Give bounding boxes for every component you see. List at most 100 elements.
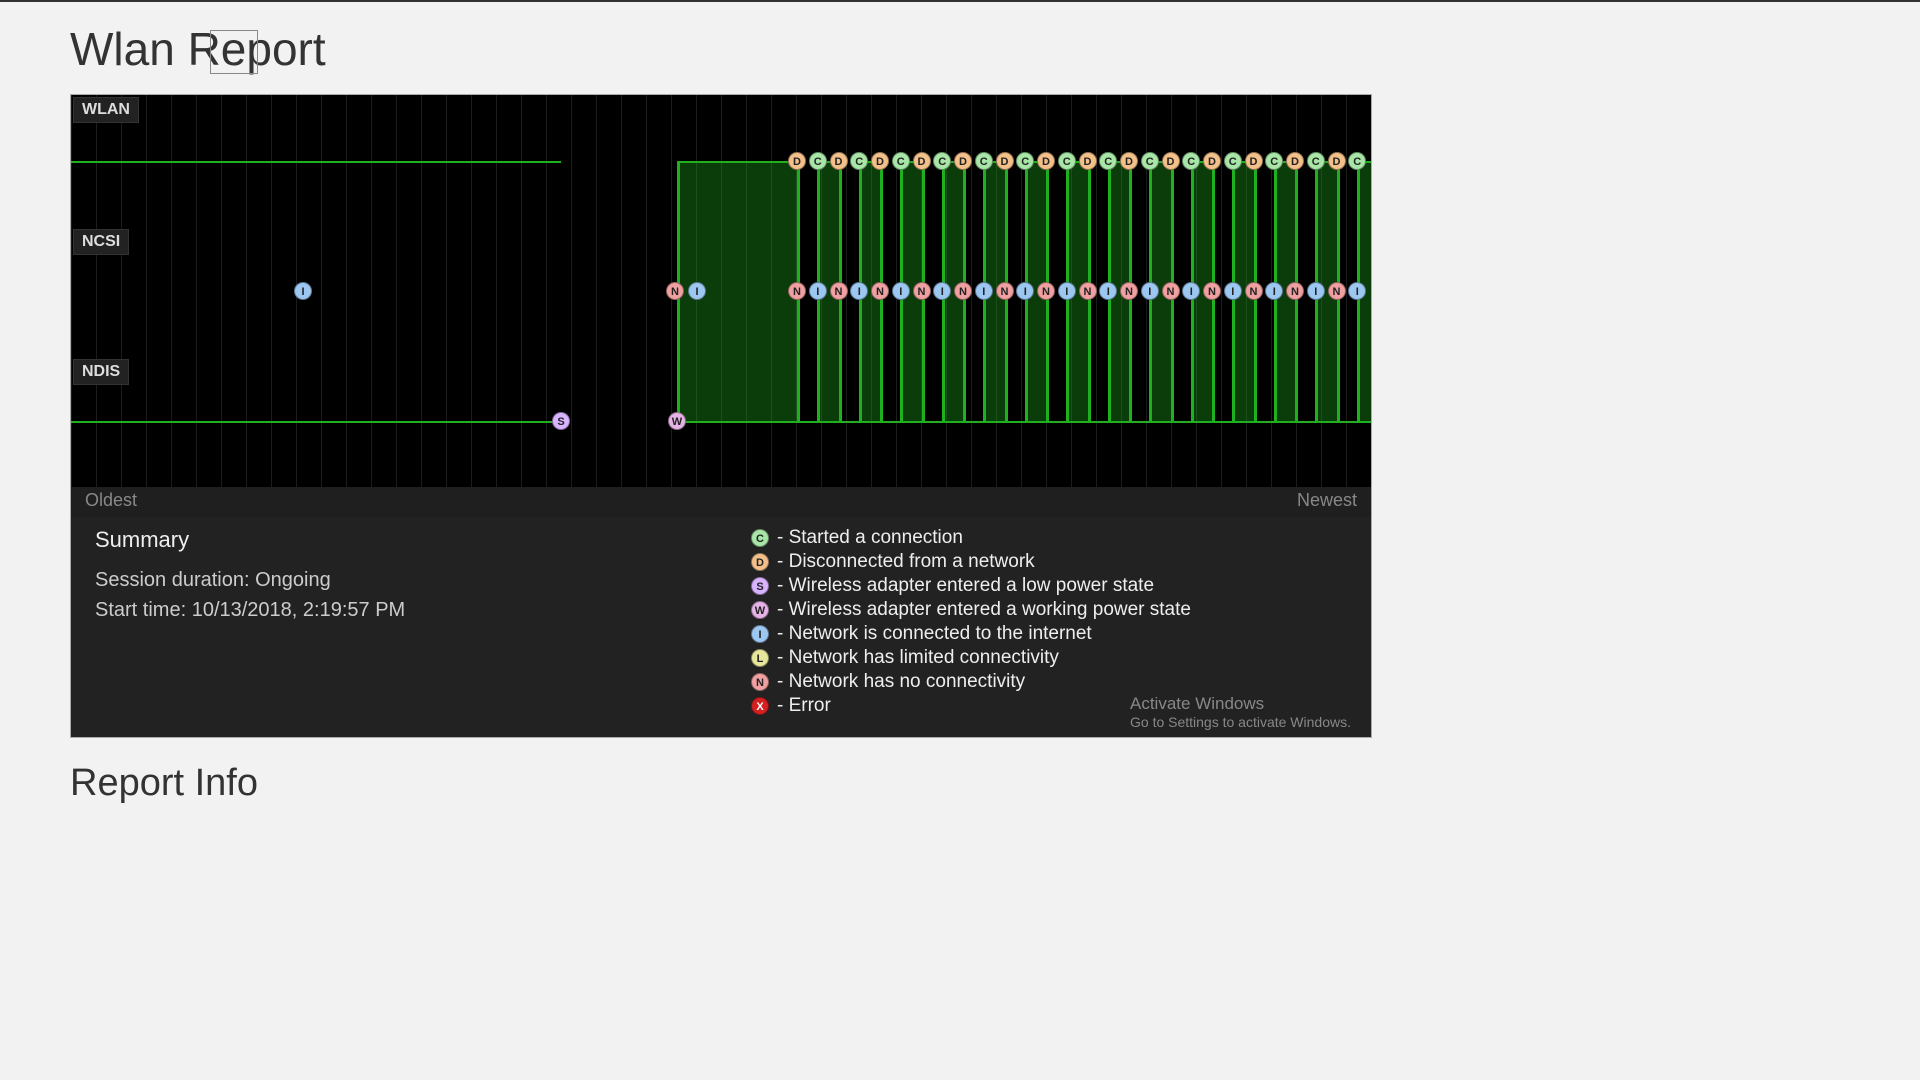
event-marker-d[interactable]: D — [1286, 152, 1304, 170]
event-marker-n[interactable]: N — [913, 282, 931, 300]
title-text: Wlan Report — [70, 23, 326, 75]
event-marker-c[interactable]: C — [850, 152, 868, 170]
legend-row: N - Network has no connectivity — [751, 671, 1347, 693]
event-marker-d[interactable]: D — [1079, 152, 1097, 170]
time-oldest-label: Oldest — [85, 490, 137, 511]
event-marker-c[interactable]: C — [1265, 152, 1283, 170]
legend-text: - Wireless adapter entered a low power s… — [777, 575, 1154, 597]
legend-marker-x: X — [751, 697, 769, 715]
legend-marker-n: N — [751, 673, 769, 691]
watermark-line1: Activate Windows — [1130, 694, 1351, 714]
section-report-info: Report Info — [70, 762, 1850, 805]
summary-session-duration: Session duration: Ongoing — [95, 565, 691, 595]
legend-marker-d: D — [751, 553, 769, 571]
event-marker-i[interactable]: I — [975, 282, 993, 300]
event-marker-c[interactable]: C — [1058, 152, 1076, 170]
legend-row: D - Disconnected from a network — [751, 551, 1347, 573]
event-marker-c[interactable]: C — [1182, 152, 1200, 170]
lane-label-wlan: WLAN — [73, 97, 139, 123]
event-marker-i[interactable]: I — [1016, 282, 1034, 300]
event-marker-d[interactable]: D — [830, 152, 848, 170]
legend-text: - Error — [777, 695, 831, 717]
activate-windows-watermark: Activate Windows Go to Settings to activ… — [1130, 694, 1351, 731]
event-marker-d[interactable]: D — [1162, 152, 1180, 170]
lane-label-ndis: NDIS — [73, 359, 129, 385]
legend-marker-i: I — [751, 625, 769, 643]
event-marker-c[interactable]: C — [892, 152, 910, 170]
event-marker-i[interactable]: I — [1348, 282, 1366, 300]
legend-row: S - Wireless adapter entered a low power … — [751, 575, 1347, 597]
event-marker-n[interactable]: N — [1328, 282, 1346, 300]
info-row: Summary Session duration: Ongoing Start … — [71, 517, 1371, 737]
event-marker-i[interactable]: I — [809, 282, 827, 300]
event-marker-n[interactable]: N — [1037, 282, 1055, 300]
lane-label-ncsi: NCSI — [73, 229, 129, 255]
event-marker-n[interactable]: N — [954, 282, 972, 300]
legend-text: - Network has no connectivity — [777, 671, 1025, 693]
event-marker-n[interactable]: N — [871, 282, 889, 300]
legend-marker-s: S — [751, 577, 769, 595]
event-marker-n[interactable]: N — [666, 282, 684, 300]
session-duration-value: Ongoing — [255, 569, 331, 591]
time-newest-label: Newest — [1297, 490, 1357, 511]
legend-text: - Network has limited connectivity — [777, 647, 1059, 669]
event-marker-c[interactable]: C — [933, 152, 951, 170]
event-marker-i[interactable]: I — [1307, 282, 1325, 300]
legend-text: - Started a connection — [777, 527, 963, 549]
event-marker-c[interactable]: C — [1099, 152, 1117, 170]
event-marker-i[interactable]: I — [1058, 282, 1076, 300]
event-marker-n[interactable]: N — [1203, 282, 1221, 300]
event-marker-n[interactable]: N — [788, 282, 806, 300]
event-marker-d[interactable]: D — [1245, 152, 1263, 170]
event-marker-c[interactable]: C — [1141, 152, 1159, 170]
timeline-chart[interactable]: WLAN NCSI NDIS DCDCDCDCDCDCDCDCDCDCDCDCD… — [71, 95, 1371, 487]
event-marker-c[interactable]: C — [1016, 152, 1034, 170]
event-marker-d[interactable]: D — [788, 152, 806, 170]
event-marker-c[interactable]: C — [1307, 152, 1325, 170]
event-marker-i[interactable]: I — [688, 282, 706, 300]
event-marker-i[interactable]: I — [1099, 282, 1117, 300]
legend-row: C - Started a connection — [751, 527, 1347, 549]
event-marker-s[interactable]: S — [552, 412, 570, 430]
event-marker-i[interactable]: I — [892, 282, 910, 300]
event-marker-d[interactable]: D — [1120, 152, 1138, 170]
legend-marker-c: C — [751, 529, 769, 547]
event-marker-c[interactable]: C — [1348, 152, 1366, 170]
event-marker-c[interactable]: C — [975, 152, 993, 170]
event-marker-d[interactable]: D — [1037, 152, 1055, 170]
event-marker-i[interactable]: I — [1224, 282, 1242, 300]
event-marker-i[interactable]: I — [1141, 282, 1159, 300]
event-marker-i[interactable]: I — [1182, 282, 1200, 300]
time-axis: Oldest Newest — [71, 487, 1371, 517]
event-marker-i[interactable]: I — [850, 282, 868, 300]
event-marker-d[interactable]: D — [871, 152, 889, 170]
event-marker-d[interactable]: D — [1203, 152, 1221, 170]
event-marker-n[interactable]: N — [1079, 282, 1097, 300]
event-marker-w[interactable]: W — [668, 412, 686, 430]
watermark-line2: Go to Settings to activate Windows. — [1130, 714, 1351, 731]
event-marker-n[interactable]: N — [996, 282, 1014, 300]
event-marker-i[interactable]: I — [294, 282, 312, 300]
event-marker-n[interactable]: N — [1162, 282, 1180, 300]
event-marker-d[interactable]: D — [913, 152, 931, 170]
legend-marker-l: L — [751, 649, 769, 667]
event-marker-c[interactable]: C — [1224, 152, 1242, 170]
event-marker-i[interactable]: I — [1265, 282, 1283, 300]
event-marker-d[interactable]: D — [1328, 152, 1346, 170]
event-marker-c[interactable]: C — [809, 152, 827, 170]
legend-row: W- Wireless adapter entered a working po… — [751, 599, 1347, 621]
start-time-label: Start time: — [95, 599, 186, 621]
legend-text: - Network is connected to the internet — [777, 623, 1092, 645]
legend-row: I - Network is connected to the internet — [751, 623, 1347, 645]
legend-row: L - Network has limited connectivity — [751, 647, 1347, 669]
event-marker-n[interactable]: N — [1120, 282, 1138, 300]
event-marker-i[interactable]: I — [933, 282, 951, 300]
session-duration-label: Session duration: — [95, 569, 250, 591]
wlan-report-panel: WLAN NCSI NDIS DCDCDCDCDCDCDCDCDCDCDCDCD… — [70, 94, 1372, 738]
event-marker-n[interactable]: N — [1245, 282, 1263, 300]
legend-text: - Disconnected from a network — [777, 551, 1035, 573]
event-marker-n[interactable]: N — [1286, 282, 1304, 300]
event-marker-n[interactable]: N — [830, 282, 848, 300]
event-marker-d[interactable]: D — [954, 152, 972, 170]
event-marker-d[interactable]: D — [996, 152, 1014, 170]
